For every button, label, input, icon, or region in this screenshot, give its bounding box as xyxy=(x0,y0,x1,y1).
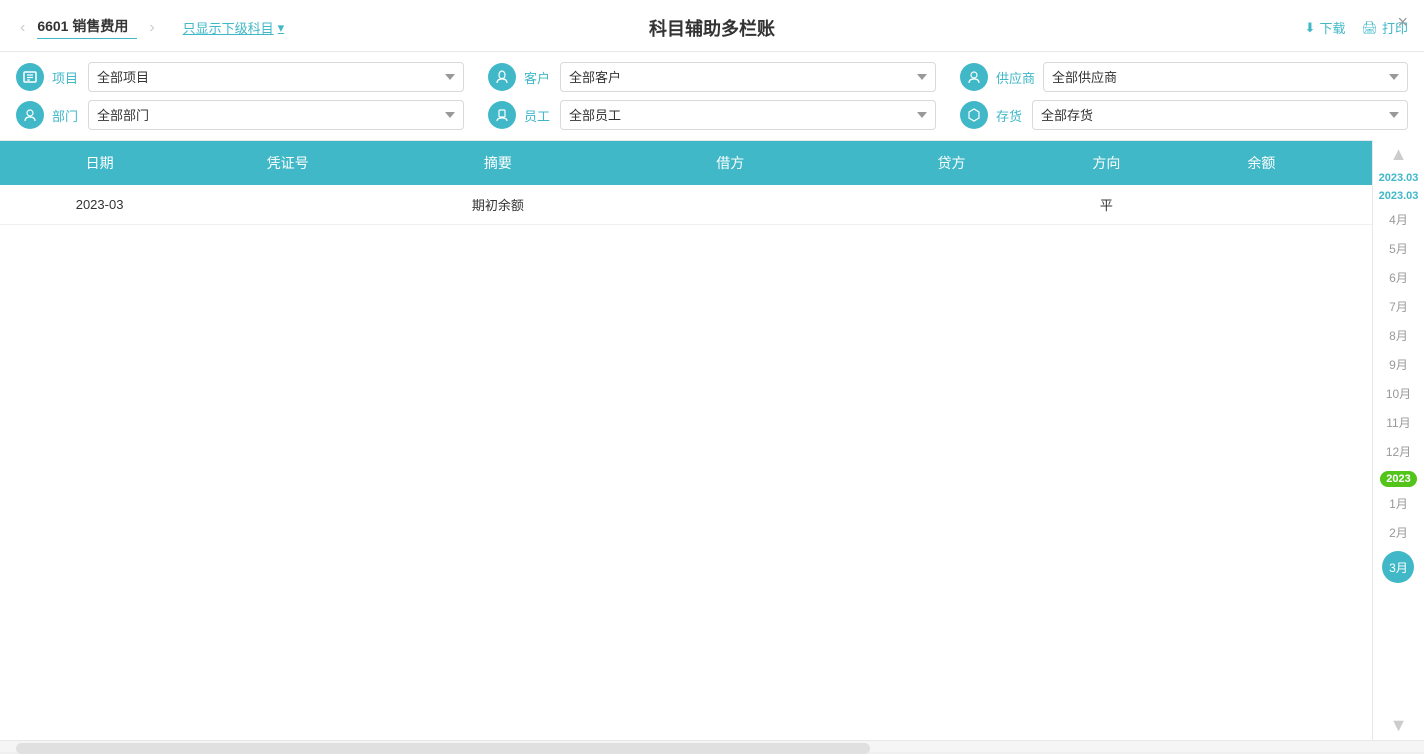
next-account-btn[interactable]: › xyxy=(145,19,158,37)
timeline-month-12[interactable]: 12月 xyxy=(1377,437,1421,466)
title-bar: ‹ 6601 销售费用 › 只显示下级科目 ▾ 科目辅助多栏账 ⬇ 下载 🖨 打… xyxy=(0,0,1424,52)
col-direction: 方向 xyxy=(1062,141,1151,185)
table-row: 2023-03 期初余额 平 xyxy=(0,185,1372,225)
table-header-row: 日期 凭证号 摘要 借方 贷方 方向 余额 xyxy=(0,141,1372,185)
timeline-month-7[interactable]: 7月 xyxy=(1377,292,1421,321)
customer-label: 客户 xyxy=(524,68,552,87)
department-filter: 部门 全部部门 xyxy=(16,100,464,130)
timeline-header-2[interactable]: 2023.03 xyxy=(1377,187,1421,205)
col-debit: 借方 xyxy=(620,141,841,185)
cell-summary: 期初余额 xyxy=(376,185,619,225)
customer-select[interactable]: 全部客户 xyxy=(560,62,936,92)
horizontal-scrollbar[interactable] xyxy=(0,740,1424,752)
ledger-table: 日期 凭证号 摘要 借方 贷方 方向 余额 2023-03 期初余额 xyxy=(0,141,1372,225)
supplier-select[interactable]: 全部供应商 xyxy=(1043,62,1408,92)
print-icon: 🖨 xyxy=(1361,20,1378,36)
col-summary: 摘要 xyxy=(376,141,619,185)
timeline-month-11[interactable]: 11月 xyxy=(1377,408,1421,437)
timeline-scroll-up-btn[interactable]: ▲ xyxy=(1373,140,1424,169)
inventory-select[interactable]: 全部存货 xyxy=(1032,100,1408,130)
timeline-active-month-container: 3月 xyxy=(1382,547,1414,587)
cell-credit xyxy=(841,185,1062,225)
download-icon: ⬇ xyxy=(1305,20,1316,36)
inventory-icon xyxy=(960,101,988,129)
col-balance: 余额 xyxy=(1151,141,1372,185)
timeline-month-4[interactable]: 4月 xyxy=(1377,205,1421,234)
prev-account-btn[interactable]: ‹ xyxy=(16,19,29,37)
cell-direction: 平 xyxy=(1062,185,1151,225)
main-content: 日期 凭证号 摘要 借方 贷方 方向 余额 2023-03 期初余额 xyxy=(0,140,1424,740)
inventory-label: 存货 xyxy=(996,106,1024,125)
department-select[interactable]: 全部部门 xyxy=(88,100,464,130)
col-credit: 贷方 xyxy=(841,141,1062,185)
close-btn[interactable]: × xyxy=(1397,12,1408,33)
supplier-filter: 供应商 全部供应商 xyxy=(960,62,1408,92)
show-sub-label: 只显示下级科目 xyxy=(183,18,274,37)
timeline-container: 2023.03 2023.03 4月 5月 6月 7月 8月 9月 10月 11… xyxy=(1377,169,1421,711)
cell-debit xyxy=(620,185,841,225)
account-code: 6601 销售费用 xyxy=(37,16,137,39)
timeline-header-1[interactable]: 2023.03 xyxy=(1377,169,1421,187)
filter-area: 项目 全部项目 客户 全部客户 供应商 全部供应商 xyxy=(0,52,1424,140)
timeline-sidebar: ▲ 2023.03 2023.03 4月 5月 6月 7月 8月 9月 10月 … xyxy=(1372,140,1424,740)
chevron-down-icon: ▾ xyxy=(278,20,285,36)
main-window: ‹ 6601 销售费用 › 只显示下级科目 ▾ 科目辅助多栏账 ⬇ 下载 🖨 打… xyxy=(0,0,1424,752)
download-btn[interactable]: ⬇ 下载 xyxy=(1305,18,1346,37)
customer-icon xyxy=(488,63,516,91)
project-icon xyxy=(16,63,44,91)
timeline-active-month[interactable]: 3月 xyxy=(1382,551,1414,583)
timeline-year-badge: 2023 xyxy=(1380,471,1416,487)
project-label: 项目 xyxy=(52,68,80,87)
employee-filter: 员工 全部员工 xyxy=(488,100,936,130)
timeline-month-8[interactable]: 8月 xyxy=(1377,321,1421,350)
page-title: 科目辅助多栏账 xyxy=(649,15,775,41)
supplier-icon xyxy=(960,63,988,91)
employee-label: 员工 xyxy=(524,106,552,125)
customer-filter: 客户 全部客户 xyxy=(488,62,936,92)
timeline-month-1[interactable]: 1月 xyxy=(1377,489,1421,518)
inventory-filter: 存货 全部存货 xyxy=(960,100,1408,130)
timeline-scroll-down-btn[interactable]: ▼ xyxy=(1373,711,1424,740)
timeline-year-badge-container: 2023 xyxy=(1380,466,1416,489)
timeline-month-10[interactable]: 10月 xyxy=(1377,379,1421,408)
title-left: ‹ 6601 销售费用 › 只显示下级科目 ▾ xyxy=(16,16,284,39)
timeline-month-9[interactable]: 9月 xyxy=(1377,350,1421,379)
col-voucher: 凭证号 xyxy=(199,141,376,185)
title-right: ⬇ 下载 🖨 打印 × xyxy=(1305,18,1408,37)
table-area[interactable]: 日期 凭证号 摘要 借方 贷方 方向 余额 2023-03 期初余额 xyxy=(0,140,1372,740)
show-sub-toggle[interactable]: 只显示下级科目 ▾ xyxy=(183,18,285,37)
employee-icon xyxy=(488,101,516,129)
employee-select[interactable]: 全部员工 xyxy=(560,100,936,130)
timeline-month-2[interactable]: 2月 xyxy=(1377,518,1421,547)
download-label: 下载 xyxy=(1319,18,1345,37)
cell-voucher xyxy=(199,185,376,225)
project-select[interactable]: 全部项目 xyxy=(88,62,464,92)
timeline-month-6[interactable]: 6月 xyxy=(1377,263,1421,292)
cell-date: 2023-03 xyxy=(0,185,199,225)
scrollbar-track xyxy=(16,743,870,754)
department-label: 部门 xyxy=(52,106,80,125)
cell-balance xyxy=(1151,185,1372,225)
supplier-label: 供应商 xyxy=(996,68,1035,87)
department-icon xyxy=(16,101,44,129)
col-date: 日期 xyxy=(0,141,199,185)
project-filter: 项目 全部项目 xyxy=(16,62,464,92)
timeline-month-5[interactable]: 5月 xyxy=(1377,234,1421,263)
